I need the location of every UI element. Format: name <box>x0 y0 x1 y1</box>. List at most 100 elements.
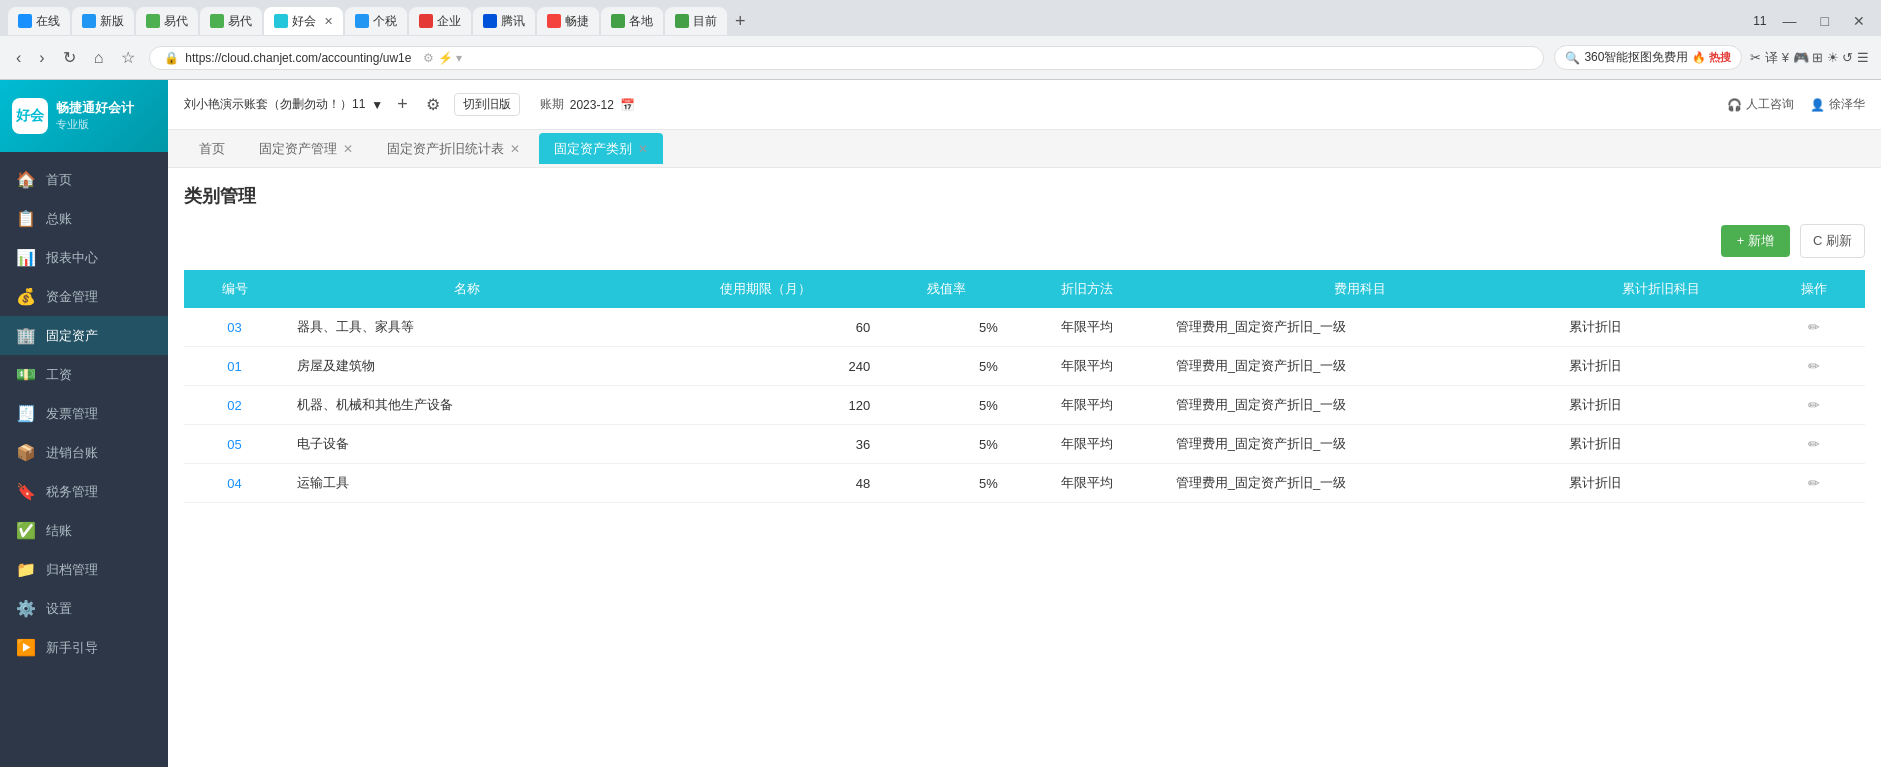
user-dropdown-arrow[interactable]: ▼ <box>371 98 383 112</box>
edit-icon-r4[interactable]: ✏ <box>1808 475 1820 491</box>
browser-tab-geshui[interactable]: 个税 <box>345 7 407 35</box>
page-tab-close-fixed_asset_category[interactable]: ✕ <box>638 142 648 156</box>
table-cell-r0-c7[interactable]: ✏ <box>1764 308 1865 347</box>
consult-button[interactable]: 🎧 人工咨询 <box>1727 96 1794 113</box>
calendar-icon[interactable]: 📅 <box>620 98 635 112</box>
sidebar-label-archive_mgmt: 归档管理 <box>46 561 98 579</box>
home-nav-button[interactable]: ⌂ <box>90 47 108 69</box>
table-col-5: 费用科目 <box>1164 270 1558 308</box>
sidebar-label-invoice_mgmt: 发票管理 <box>46 405 98 423</box>
table-cell-r0-c0[interactable]: 03 <box>184 308 285 347</box>
new-tab-button[interactable]: + <box>729 11 752 32</box>
edit-icon-r0[interactable]: ✏ <box>1808 319 1820 335</box>
sidebar-item-tax_mgmt[interactable]: 🔖税务管理 <box>0 472 168 511</box>
sidebar-item-settlement[interactable]: ✅结账 <box>0 511 168 550</box>
page-tab-home[interactable]: 首页 <box>184 133 240 164</box>
tab-label-xin: 新版 <box>100 13 124 30</box>
table-cell-r1-c7[interactable]: ✏ <box>1764 347 1865 386</box>
browser-tab-changtui[interactable]: 畅捷 <box>537 7 599 35</box>
forward-button[interactable]: › <box>35 47 48 69</box>
tab-favicon-yidai1 <box>146 14 160 28</box>
lock-icon: 🔒 <box>164 51 179 65</box>
tab-close-haohao[interactable]: ✕ <box>324 15 333 28</box>
sidebar-item-payroll[interactable]: 💵工资 <box>0 355 168 394</box>
page-tab-fixed_asset_mgmt[interactable]: 固定资产管理✕ <box>244 133 368 164</box>
browser-tab-haohao[interactable]: 好会✕ <box>264 7 343 35</box>
bookmark-button[interactable]: ☆ <box>117 46 139 69</box>
user-avatar-area[interactable]: 👤 徐泽华 <box>1810 96 1865 113</box>
sidebar-item-archive_mgmt[interactable]: 📁归档管理 <box>0 550 168 589</box>
edit-icon-r1[interactable]: ✏ <box>1808 358 1820 374</box>
close-button[interactable]: ✕ <box>1845 9 1873 33</box>
sidebar-item-home[interactable]: 🏠首页 <box>0 160 168 199</box>
edit-icon-r3[interactable]: ✏ <box>1808 436 1820 452</box>
browser-tab-yidai2[interactable]: 易代 <box>200 7 262 35</box>
add-button[interactable]: + 新增 <box>1721 225 1790 257</box>
browser-tab-xin[interactable]: 新版 <box>72 7 134 35</box>
table-cell-r0-c2: 60 <box>650 308 883 347</box>
browser-tab-qiye[interactable]: 企业 <box>409 7 471 35</box>
refresh-button[interactable]: C 刷新 <box>1800 224 1865 258</box>
browser-tab-shumu[interactable]: 目前 <box>665 7 727 35</box>
browser-tab-gedi[interactable]: 各地 <box>601 7 663 35</box>
back-button[interactable]: ‹ <box>12 47 25 69</box>
code-link-r1[interactable]: 01 <box>227 359 241 374</box>
add-account-button[interactable]: + <box>393 92 412 117</box>
browser-tab-yidai1[interactable]: 易代 <box>136 7 198 35</box>
code-link-r4[interactable]: 04 <box>227 476 241 491</box>
sidebar-item-guide[interactable]: ▶️新手引导 <box>0 628 168 667</box>
table-cell-r1-c0[interactable]: 01 <box>184 347 285 386</box>
page-tabs: 首页 固定资产管理✕固定资产折旧统计表✕固定资产类别✕ <box>168 130 1881 168</box>
switch-to-old-version-button[interactable]: 切到旧版 <box>454 93 520 116</box>
sidebar-label-purchase_sales: 进销台账 <box>46 444 98 462</box>
code-link-r3[interactable]: 05 <box>227 437 241 452</box>
url-bar[interactable]: 🔒 https://cloud.chanjet.com/accounting/u… <box>149 46 1544 70</box>
reload-button[interactable]: ↻ <box>59 46 80 69</box>
tab-favicon-qiye <box>419 14 433 28</box>
browser-tab-tengxun[interactable]: 腾讯 <box>473 7 535 35</box>
table-cell-r2-c7[interactable]: ✏ <box>1764 386 1865 425</box>
data-table: 编号名称使用期限（月）残值率折旧方法费用科目累计折旧科目操作 03器具、工具、家… <box>184 270 1865 503</box>
headphone-icon: 🎧 <box>1727 98 1742 112</box>
table-cell-r4-c0[interactable]: 04 <box>184 464 285 503</box>
sidebar-icon-settings: ⚙️ <box>16 599 36 618</box>
table-cell-r0-c5: 管理费用_固定资产折旧_一级 <box>1164 308 1558 347</box>
table-row: 01房屋及建筑物2405%年限平均管理费用_固定资产折旧_一级累计折旧✏ <box>184 347 1865 386</box>
table-cell-r2-c3: 5% <box>882 386 1010 425</box>
table-cell-r2-c0[interactable]: 02 <box>184 386 285 425</box>
minimize-button[interactable]: — <box>1775 9 1805 33</box>
tab-bar-right: 11 — □ ✕ <box>1753 9 1873 33</box>
table-cell-r0-c1: 器具、工具、家具等 <box>285 308 649 347</box>
page-tab-close-fixed_asset_mgmt[interactable]: ✕ <box>343 142 353 156</box>
table-cell-r3-c0[interactable]: 05 <box>184 425 285 464</box>
sidebar-icon-fixed_assets: 🏢 <box>16 326 36 345</box>
sidebar-item-purchase_sales[interactable]: 📦进销台账 <box>0 433 168 472</box>
tab-favicon-gedi <box>611 14 625 28</box>
table-cell-r0-c4: 年限平均 <box>1010 308 1164 347</box>
tab-favicon-zaixian <box>18 14 32 28</box>
table-cell-r3-c7[interactable]: ✏ <box>1764 425 1865 464</box>
sidebar-item-fund_mgmt[interactable]: 💰资金管理 <box>0 277 168 316</box>
page-tab-label-home: 首页 <box>199 140 225 158</box>
page-tab-fixed_asset_category[interactable]: 固定资产类别✕ <box>539 133 663 164</box>
browser-chrome: 在线新版易代易代好会✕个税企业腾讯畅捷各地目前 + 11 — □ ✕ ‹ › ↻… <box>0 0 1881 80</box>
browser-tab-zaixian[interactable]: 在线 <box>8 7 70 35</box>
browser-search-box[interactable]: 🔍 360智能抠图免费用 🔥 热搜 <box>1554 45 1742 70</box>
app-header: 刘小艳演示账套（勿删勿动！）11 ▼ + ⚙ 切到旧版 账期 2023-12 📅… <box>168 80 1881 130</box>
page-tab-close-depreciation_stats[interactable]: ✕ <box>510 142 520 156</box>
sidebar-item-reports[interactable]: 📊报表中心 <box>0 238 168 277</box>
sidebar-item-settings[interactable]: ⚙️设置 <box>0 589 168 628</box>
maximize-button[interactable]: □ <box>1813 9 1837 33</box>
edit-icon-r2[interactable]: ✏ <box>1808 397 1820 413</box>
code-link-r2[interactable]: 02 <box>227 398 241 413</box>
settings-icon-button[interactable]: ⚙ <box>422 93 444 116</box>
page-tab-depreciation_stats[interactable]: 固定资产折旧统计表✕ <box>372 133 535 164</box>
sidebar-item-fixed_assets[interactable]: 🏢固定资产 <box>0 316 168 355</box>
sidebar-icon-tax_mgmt: 🔖 <box>16 482 36 501</box>
sidebar-item-invoice_mgmt[interactable]: 🧾发票管理 <box>0 394 168 433</box>
sidebar-icon-settlement: ✅ <box>16 521 36 540</box>
table-cell-r4-c7[interactable]: ✏ <box>1764 464 1865 503</box>
code-link-r0[interactable]: 03 <box>227 320 241 335</box>
table-cell-r1-c1: 房屋及建筑物 <box>285 347 649 386</box>
sidebar-item-general_ledger[interactable]: 📋总账 <box>0 199 168 238</box>
